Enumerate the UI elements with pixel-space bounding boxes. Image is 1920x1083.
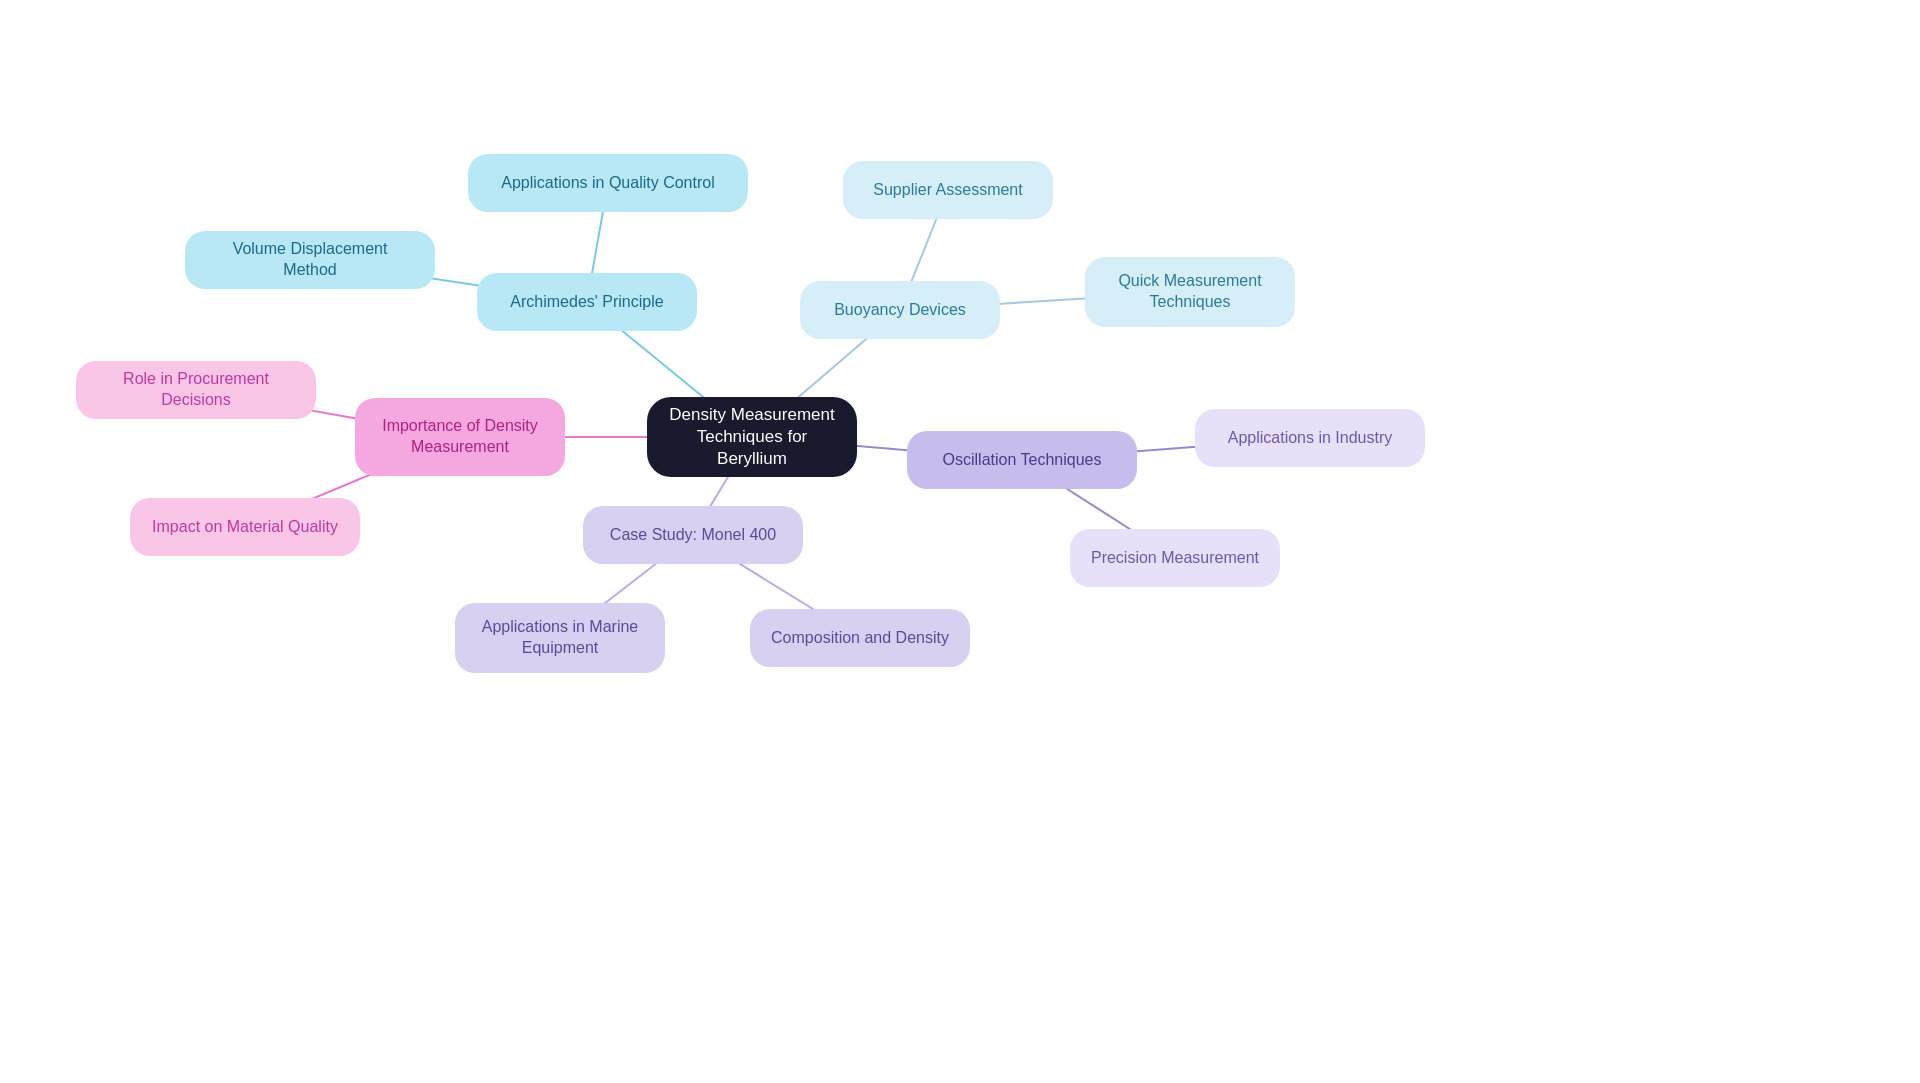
node-importance-density-measurement[interactable]: Importance of Density Measurement bbox=[355, 398, 565, 476]
node-volume-displacement[interactable]: Volume Displacement Method bbox=[185, 231, 435, 289]
node-case-study-monel[interactable]: Case Study: Monel 400 bbox=[583, 506, 803, 564]
node-composition-density[interactable]: Composition and Density bbox=[750, 609, 970, 667]
node-applications-marine[interactable]: Applications in Marine Equipment bbox=[455, 603, 665, 673]
node-precision-measurement[interactable]: Precision Measurement bbox=[1070, 529, 1280, 587]
node-applications-quality-control[interactable]: Applications in Quality Control bbox=[468, 154, 748, 212]
mind-map-container: Density Measurement Techniques for Beryl… bbox=[0, 0, 1920, 1083]
node-oscillation-techniques[interactable]: Oscillation Techniques bbox=[907, 431, 1137, 489]
node-center[interactable]: Density Measurement Techniques for Beryl… bbox=[647, 397, 857, 477]
node-quick-measurement-techniques[interactable]: Quick Measurement Techniques bbox=[1085, 257, 1295, 327]
node-buoyancy-devices[interactable]: Buoyancy Devices bbox=[800, 281, 1000, 339]
node-archimedes-principle[interactable]: Archimedes' Principle bbox=[477, 273, 697, 331]
node-applications-industry[interactable]: Applications in Industry bbox=[1195, 409, 1425, 467]
node-impact-material-quality[interactable]: Impact on Material Quality bbox=[130, 498, 360, 556]
node-role-procurement[interactable]: Role in Procurement Decisions bbox=[76, 361, 316, 419]
node-supplier-assessment[interactable]: Supplier Assessment bbox=[843, 161, 1053, 219]
